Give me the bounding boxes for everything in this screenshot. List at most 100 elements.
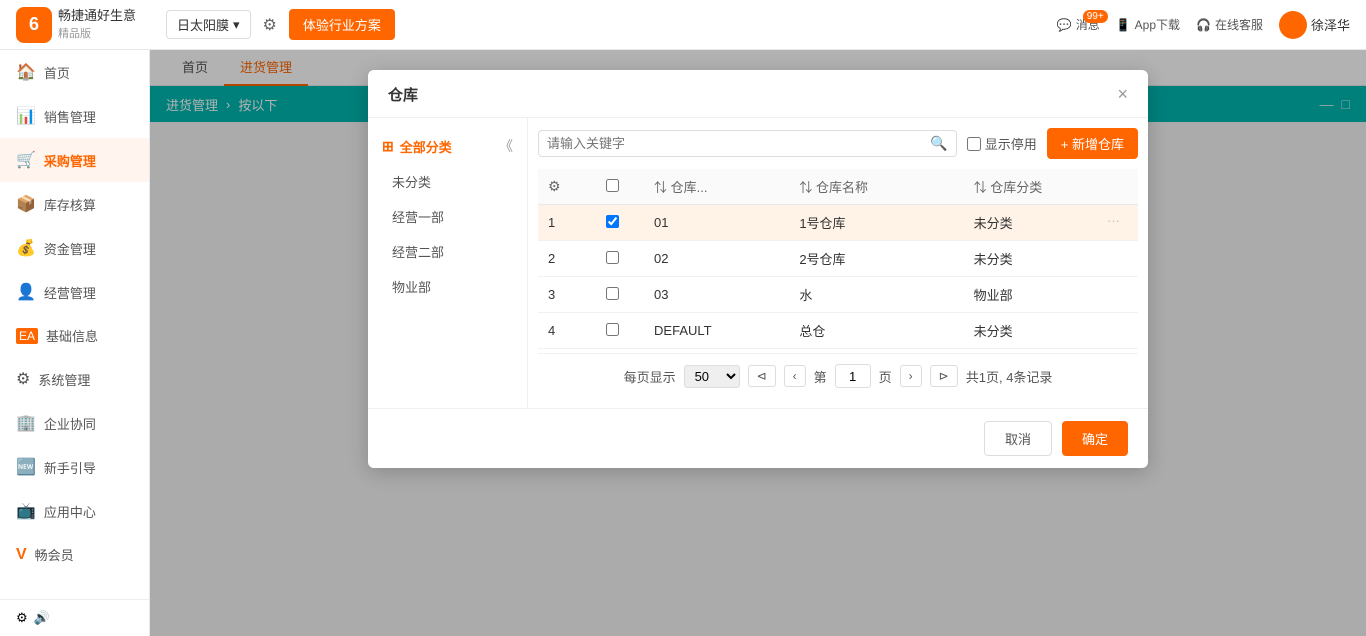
row-name: 总仓 (789, 313, 963, 349)
show-disabled-text: 显示停用 (985, 134, 1037, 153)
row-code: 02 (644, 241, 789, 277)
page-last-button[interactable]: ⊳ (930, 365, 958, 387)
sidebar-label-purchase: 采购管理 (44, 151, 96, 170)
guide-icon: 🆕 (16, 457, 36, 477)
row-checkbox[interactable] (596, 205, 644, 241)
category-all-label: 全部分类 (400, 137, 452, 156)
sidebar-item-stock[interactable]: 📦 库存核算 (0, 182, 149, 226)
page-next-button[interactable]: › (900, 365, 922, 387)
column-gear-icon[interactable]: ⚙ (548, 178, 561, 194)
sidebar-item-finance[interactable]: 💰 资金管理 (0, 226, 149, 270)
sidebar-item-sales[interactable]: 📊 销售管理 (0, 94, 149, 138)
sidebar-settings-icon[interactable]: ⚙ (16, 610, 28, 626)
cancel-button[interactable]: 取消 (984, 421, 1052, 456)
table-row[interactable]: 1 01 1号仓库 未分类··· (538, 205, 1138, 241)
category-item-unclassified[interactable]: 未分类 (368, 164, 527, 199)
avatar (1279, 11, 1307, 39)
logo-icon: 6 (16, 7, 52, 43)
table-area: 🔍 显示停用 + 新增仓库 (528, 118, 1148, 408)
row-category: 未分类··· (964, 205, 1138, 241)
app-download-button[interactable]: 📱 App下载 (1116, 16, 1180, 33)
row-checkbox[interactable] (596, 313, 644, 349)
sidebar-item-guide[interactable]: 🆕 新手引导 (0, 445, 149, 489)
messages-icon: 💬 (1057, 18, 1072, 32)
enterprise-icon: 🏢 (16, 413, 36, 433)
trial-button[interactable]: 体验行业方案 (289, 9, 395, 40)
messages-button[interactable]: 💬 消息 99+ (1057, 16, 1100, 33)
logo-sub: 精品版 (58, 25, 136, 41)
sidebar-label-home: 首页 (44, 63, 70, 82)
sidebar-item-appcenter[interactable]: 📺 应用中心 (0, 489, 149, 533)
category-item-dept2[interactable]: 经营二部 (368, 234, 527, 269)
dialog-footer: 取消 确定 (368, 408, 1148, 468)
total-info: 共1页, 4条记录 (966, 367, 1053, 386)
page-label: 第 (814, 367, 827, 386)
category-collapse-button[interactable]: 《 (499, 136, 513, 156)
th-code[interactable]: ⇅ 仓库... (644, 169, 789, 205)
layout: 🏠 首页 📊 销售管理 🛒 采购管理 📦 库存核算 💰 资金管理 👤 经营管理 … (0, 50, 1366, 636)
th-category[interactable]: ⇅ 仓库分类 (964, 169, 1138, 205)
search-box: 🔍 (538, 130, 957, 157)
row-code: 03 (644, 277, 789, 313)
sidebar-item-system[interactable]: ⚙ 系统管理 (0, 357, 149, 401)
row-category: 物业部 (964, 277, 1138, 313)
table-row[interactable]: 2 02 2号仓库 未分类 (538, 241, 1138, 277)
app-logo: 6 畅捷通好生意 精品版 (16, 7, 166, 43)
category-all[interactable]: ⊞ 全部分类 《 (368, 128, 527, 164)
row-category: 未分类 (964, 313, 1138, 349)
show-disabled-checkbox[interactable] (967, 137, 981, 151)
dialog-body: ⊞ 全部分类 《 未分类 经营一部 经营二部 物业部 (368, 118, 1148, 408)
dialog-close-button[interactable]: × (1117, 84, 1128, 105)
sidebar-volume-icon[interactable]: 🔊 (34, 610, 50, 626)
category-item-dept1[interactable]: 经营一部 (368, 199, 527, 234)
table-row[interactable]: 4 DEFAULT 总仓 未分类 (538, 313, 1138, 349)
grid-icon: ⊞ (382, 138, 394, 155)
sales-icon: 📊 (16, 106, 36, 126)
confirm-button[interactable]: 确定 (1062, 421, 1128, 456)
user-menu-button[interactable]: 徐泽华 (1279, 11, 1350, 39)
row-num: 3 (538, 277, 596, 313)
purchase-icon: 🛒 (16, 150, 36, 170)
warehouse-table: ⚙ ⇅ 仓库... (538, 169, 1138, 349)
sidebar-item-basic[interactable]: EA 基础信息 (0, 314, 149, 357)
sidebar-label-appcenter: 应用中心 (44, 502, 96, 521)
dropdown-icon: ▾ (233, 17, 240, 33)
online-service-button[interactable]: 🎧 在线客服 (1196, 16, 1263, 33)
search-input[interactable] (547, 136, 930, 151)
add-warehouse-button[interactable]: + 新增仓库 (1047, 128, 1138, 159)
row-checkbox[interactable] (596, 277, 644, 313)
main-area: 首页 进货管理 进货管理 › 按以下 — □ 仓库 × (150, 50, 1366, 636)
row-checkbox[interactable] (596, 241, 644, 277)
page-first-button[interactable]: ⊲ (748, 365, 776, 387)
sidebar-label-basic: 基础信息 (46, 326, 98, 345)
table-container: ⚙ ⇅ 仓库... (538, 169, 1138, 349)
th-name[interactable]: ⇅ 仓库名称 (789, 169, 963, 205)
sidebar-item-home[interactable]: 🏠 首页 (0, 50, 149, 94)
finance-icon: 💰 (16, 238, 36, 258)
row-code: 01 (644, 205, 789, 241)
settings-button[interactable]: ⚙ (263, 15, 277, 35)
sidebar-item-vip[interactable]: V 畅会员 (0, 533, 149, 576)
vip-icon: V (16, 546, 27, 564)
store-name: 日太阳膜 (177, 15, 229, 34)
online-service-label: 在线客服 (1215, 16, 1263, 33)
topbar-right: 💬 消息 99+ 📱 App下载 🎧 在线客服 徐泽华 (1057, 11, 1350, 39)
sort-icon-code: ⇅ (654, 180, 667, 195)
app-download-label: App下载 (1135, 16, 1180, 33)
row-category: 未分类 (964, 241, 1138, 277)
per-page-select[interactable]: 50 10 20 100 (684, 365, 740, 388)
sidebar: 🏠 首页 📊 销售管理 🛒 采购管理 📦 库存核算 💰 资金管理 👤 经营管理 … (0, 50, 150, 636)
page-number-input[interactable] (835, 364, 871, 388)
page-prev-button[interactable]: ‹ (784, 365, 806, 387)
sidebar-item-purchase[interactable]: 🛒 采购管理 (0, 138, 149, 182)
table-row[interactable]: 3 03 水 物业部 (538, 277, 1138, 313)
store-selector[interactable]: 日太阳膜 ▾ (166, 10, 251, 39)
sidebar-item-enterprise[interactable]: 🏢 企业协同 (0, 401, 149, 445)
category-item-property[interactable]: 物业部 (368, 269, 527, 304)
sidebar-label-sales: 销售管理 (44, 107, 96, 126)
select-all-checkbox[interactable] (606, 179, 619, 192)
stock-icon: 📦 (16, 194, 36, 214)
system-icon: ⚙ (16, 369, 30, 389)
sidebar-label-finance: 资金管理 (44, 239, 96, 258)
sidebar-item-operation[interactable]: 👤 经营管理 (0, 270, 149, 314)
